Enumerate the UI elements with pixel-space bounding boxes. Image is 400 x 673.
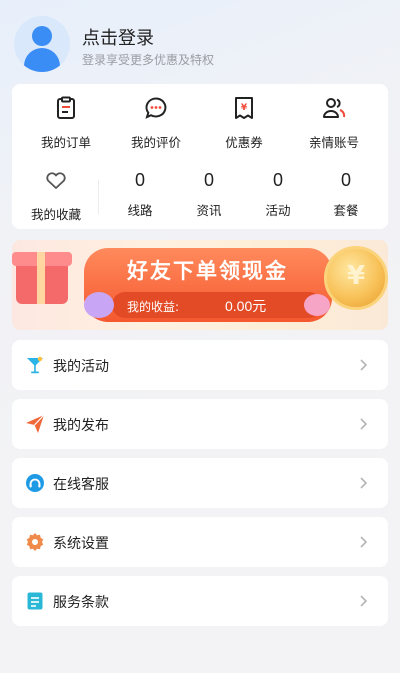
earnings-label: 我的收益: [127,300,180,314]
family-account-icon [323,98,346,118]
routes-counter[interactable]: 0 线路 [100,168,180,219]
favorites-button[interactable]: 我的收藏 [16,168,96,223]
earnings-value: 0.00元 [225,298,267,314]
menu-item-label: 我的发布 [53,418,109,434]
packages-count: 0 [340,170,351,190]
menu-item-my-activities[interactable]: 我的活动 [12,340,388,390]
coupon-icon: ¥ [235,97,253,119]
my-reviews-label: 我的评价 [130,135,181,150]
chevron-right-icon [360,359,368,371]
login-link[interactable]: 点击登录 [82,24,154,50]
terms-icon [27,592,43,610]
menu-item-customer-service[interactable]: 在线客服 [12,458,388,508]
send-icon [26,414,45,433]
svg-text:¥: ¥ [241,103,248,113]
avatar-body [24,48,60,72]
news-counter[interactable]: 0 资讯 [169,168,249,219]
my-orders-label: 我的订单 [40,135,91,150]
menu-item-my-posts[interactable]: 我的发布 [12,399,388,449]
menu-item-label: 我的活动 [53,359,109,375]
family-account-button[interactable]: 亲情账号 [294,96,374,151]
divider [98,180,99,214]
my-reviews-button[interactable]: 我的评价 [116,96,196,151]
my-orders-button[interactable]: 我的订单 [26,96,106,151]
coin-symbol: ¥ [346,261,366,291]
avatar-head [32,26,52,46]
avatar[interactable] [14,16,70,72]
referral-banner[interactable]: 好友下单领现金 我的收益: 0.00元 ¥ [12,240,388,330]
account-shortcuts-card: 我的订单 我的评价 ¥ 优惠券 亲情账号 我的收藏 0 线路 0 资讯 0 活动… [12,84,388,229]
settings-icon [26,533,44,551]
flower-decoration [304,294,330,316]
order-icon [57,96,75,119]
comment-icon [145,97,167,119]
packages-label: 套餐 [333,203,359,218]
packages-counter[interactable]: 0 套餐 [306,168,386,219]
routes-count: 0 [134,170,145,190]
favorites-label: 我的收藏 [30,207,81,222]
coin-icon: ¥ [324,246,388,310]
login-subtitle: 登录享受更多优惠及特权 [82,53,215,67]
flower-decoration [84,292,114,318]
routes-label: 线路 [127,203,153,218]
banner-title: 好友下单领现金 [127,259,288,283]
chevron-right-icon [360,595,368,607]
customer-service-icon [26,474,44,492]
profile-header[interactable]: 点击登录 登录享受更多优惠及特权 [14,16,386,74]
menu-item-label: 在线客服 [53,477,109,493]
coupons-button[interactable]: ¥ 优惠券 [204,96,284,151]
menu-item-label: 服务条款 [53,595,109,611]
menu-item-terms[interactable]: 服务条款 [12,576,388,626]
chevron-right-icon [360,536,368,548]
chevron-right-icon [360,418,368,430]
gift-box-ribbon [37,252,45,304]
family-account-label: 亲情账号 [308,135,359,150]
news-label: 资讯 [196,203,222,218]
menu-item-settings[interactable]: 系统设置 [12,517,388,567]
chevron-right-icon [360,477,368,489]
news-count: 0 [203,170,214,190]
heart-icon [46,172,66,189]
cocktail-icon [27,356,43,374]
menu-item-label: 系统设置 [53,536,109,552]
coupons-label: 优惠券 [225,135,263,150]
